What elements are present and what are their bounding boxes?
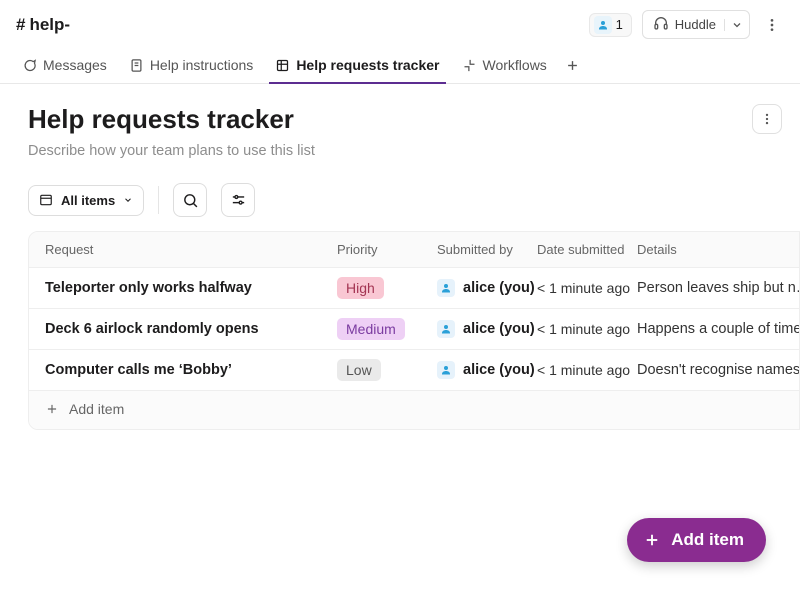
table-row[interactable]: Teleporter only works halfway High alice… <box>29 268 799 309</box>
person-icon <box>594 16 612 34</box>
member-count-chip[interactable]: 1 <box>589 13 632 37</box>
date-cell: < 1 minute ago <box>537 280 637 296</box>
tab-label: Help instructions <box>150 57 254 73</box>
table-row[interactable]: Deck 6 airlock randomly opens Medium ali… <box>29 309 799 350</box>
add-tab-button[interactable] <box>559 50 590 83</box>
submitted-by-cell: alice (you) <box>437 361 537 379</box>
tab-messages[interactable]: Messages <box>12 49 117 83</box>
list-toolbar: All items <box>28 183 800 217</box>
add-item-row[interactable]: Add item <box>29 391 799 429</box>
request-cell: Deck 6 airlock randomly opens <box>45 321 337 337</box>
add-item-fab[interactable]: Add item <box>627 518 766 562</box>
channel-more-button[interactable] <box>760 13 784 37</box>
tab-workflows[interactable]: Workflows <box>452 49 557 83</box>
col-request[interactable]: Request <box>45 242 337 257</box>
col-date-submitted[interactable]: Date submitted <box>537 242 637 257</box>
col-details[interactable]: Details <box>637 242 800 257</box>
person-icon <box>437 361 455 379</box>
divider <box>158 186 159 214</box>
channel-name-text: help- <box>29 15 70 35</box>
search-button[interactable] <box>173 183 207 217</box>
tab-help-instructions[interactable]: Help instructions <box>119 49 264 83</box>
chevron-down-icon[interactable] <box>724 19 743 31</box>
chevron-down-icon <box>123 195 133 205</box>
huddle-label: Huddle <box>675 17 716 32</box>
plus-icon <box>45 402 59 416</box>
priority-badge: Low <box>337 359 381 381</box>
huddle-button[interactable]: Huddle <box>642 10 750 39</box>
channel-tabs: Messages Help instructions Help requests… <box>0 49 800 84</box>
view-selector[interactable]: All items <box>28 185 144 216</box>
priority-badge: Medium <box>337 318 405 340</box>
request-cell: Computer calls me ‘Bobby’ <box>45 362 337 378</box>
view-label: All items <box>61 193 115 208</box>
add-item-label: Add item <box>69 401 124 417</box>
requests-table: Request Priority Submitted by Date submi… <box>28 231 800 430</box>
search-icon <box>182 192 199 209</box>
page-more-button[interactable] <box>752 104 782 134</box>
member-count: 1 <box>616 17 623 32</box>
person-icon <box>437 320 455 338</box>
col-priority[interactable]: Priority <box>337 242 437 257</box>
submitted-by-cell: alice (you) <box>437 320 537 338</box>
tab-label: Messages <box>43 57 107 73</box>
headphones-icon <box>653 15 669 34</box>
user-name: alice (you) <box>463 280 535 296</box>
details-cell: Happens a couple of times per … <box>637 321 800 337</box>
details-cell: Doesn't recognise names of any… <box>637 362 800 378</box>
hash-icon: # <box>16 15 25 35</box>
tab-label: Help requests tracker <box>296 57 439 73</box>
user-name: alice (you) <box>463 362 535 378</box>
user-name: alice (you) <box>463 321 535 337</box>
page-title: Help requests tracker <box>28 104 315 135</box>
page-subtitle[interactable]: Describe how your team plans to use this… <box>28 143 315 159</box>
tab-label: Workflows <box>483 57 547 73</box>
table-header: Request Priority Submitted by Date submi… <box>29 232 799 268</box>
priority-badge: High <box>337 277 384 299</box>
table-row[interactable]: Computer calls me ‘Bobby’ Low alice (you… <box>29 350 799 391</box>
plus-icon <box>643 531 661 549</box>
person-icon <box>437 279 455 297</box>
request-cell: Teleporter only works halfway <box>45 280 337 296</box>
date-cell: < 1 minute ago <box>537 362 637 378</box>
sliders-icon <box>230 192 247 209</box>
details-cell: Person leaves ship but never … <box>637 280 800 296</box>
submitted-by-cell: alice (you) <box>437 279 537 297</box>
channel-name[interactable]: # help- <box>16 15 70 35</box>
date-cell: < 1 minute ago <box>537 321 637 337</box>
tab-help-requests-tracker[interactable]: Help requests tracker <box>265 49 449 83</box>
col-submitted-by[interactable]: Submitted by <box>437 242 537 257</box>
filter-button[interactable] <box>221 183 255 217</box>
fab-label: Add item <box>671 530 744 550</box>
